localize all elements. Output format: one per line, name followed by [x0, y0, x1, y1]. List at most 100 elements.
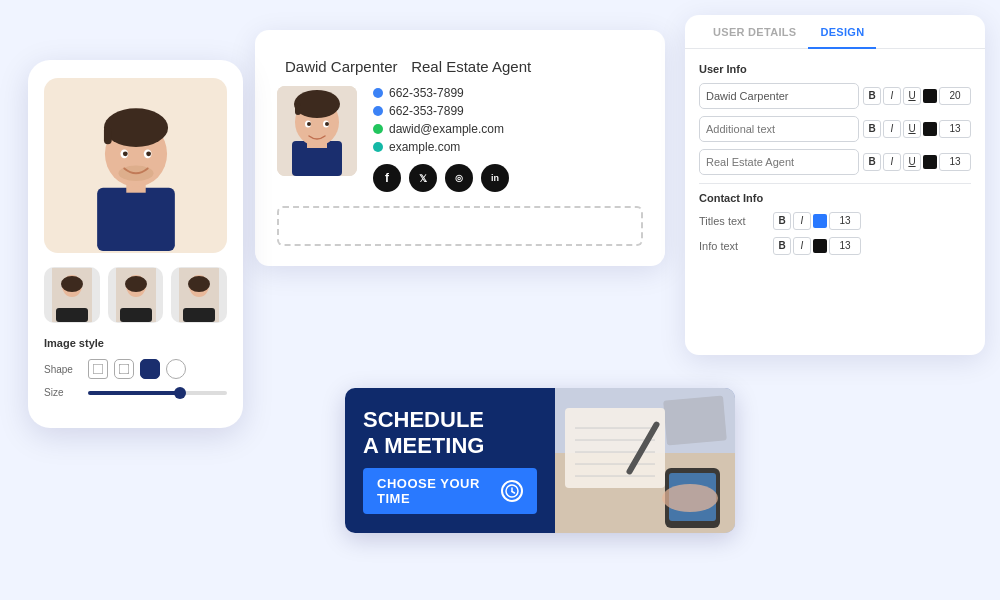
svg-rect-17	[120, 308, 152, 322]
contact-phone1: 662-353-7899	[373, 86, 643, 100]
color-swatch-info[interactable]	[813, 239, 827, 253]
svg-point-8	[122, 151, 127, 156]
email-dot	[373, 124, 383, 134]
size-label: Size	[44, 387, 82, 398]
email-contact: 662-353-7899 662-353-7899 dawid@example.…	[373, 86, 643, 192]
shape-label: Shape	[44, 364, 82, 375]
image-style-label: Image style	[44, 337, 227, 349]
email-name: Dawid Carpenter Real Estate Agent	[277, 54, 643, 76]
main-photo	[44, 78, 227, 253]
thumbnail-row	[44, 267, 227, 323]
svg-rect-21	[183, 308, 215, 322]
svg-point-34	[325, 122, 329, 126]
svg-point-4	[103, 108, 167, 147]
svg-rect-13	[56, 308, 88, 322]
tab-user-details[interactable]: USER DETAILS	[701, 15, 808, 48]
thumbnail-1[interactable]	[44, 267, 100, 323]
instagram-icon[interactable]: ◎	[445, 164, 473, 192]
size-slider[interactable]	[88, 391, 227, 395]
shape-options	[88, 359, 186, 379]
underline-btn-title[interactable]: U	[903, 153, 921, 171]
thumbnail-3[interactable]	[171, 267, 227, 323]
shape-rounded-active[interactable]	[140, 359, 160, 379]
name-field-row: B I U	[699, 83, 971, 109]
underline-btn-name[interactable]: U	[903, 87, 921, 105]
additional-format-btns: B I U	[863, 120, 971, 138]
underline-btn-add[interactable]: U	[903, 120, 921, 138]
titles-format-btns: B I	[773, 212, 861, 230]
italic-btn-add[interactable]: I	[883, 120, 901, 138]
schedule-left: SCHEDULE A MEETING CHOOSE YOUR TIME	[345, 388, 555, 533]
italic-btn-info[interactable]: I	[793, 237, 811, 255]
shape-row: Shape	[44, 359, 227, 379]
svg-point-22	[188, 276, 210, 292]
contact-website: example.com	[373, 140, 643, 154]
size-input-title[interactable]	[939, 153, 971, 171]
phone2-dot	[373, 106, 383, 116]
banner-placeholder	[277, 206, 643, 246]
schedule-banner: SCHEDULE A MEETING CHOOSE YOUR TIME	[345, 388, 735, 533]
additional-field-row: B I U	[699, 116, 971, 142]
choose-time-button[interactable]: CHOOSE YOUR TIME	[363, 468, 537, 514]
svg-point-47	[662, 484, 718, 512]
panel-tabs: USER DETAILS DESIGN	[685, 15, 985, 49]
color-swatch-title[interactable]	[923, 155, 937, 169]
right-panel: USER DETAILS DESIGN User Info B I U B I …	[685, 15, 985, 355]
italic-btn-titles[interactable]: I	[793, 212, 811, 230]
contact-email: dawid@example.com	[373, 122, 643, 136]
desk-photo-svg	[555, 388, 735, 533]
bold-btn-name[interactable]: B	[863, 87, 881, 105]
size-row: Size	[44, 387, 227, 398]
divider	[699, 183, 971, 184]
svg-point-29	[294, 90, 340, 118]
tab-design[interactable]: DESIGN	[808, 15, 876, 49]
contact-info-section: Contact Info	[699, 192, 971, 204]
clock-icon	[501, 480, 523, 502]
color-swatch-titles[interactable]	[813, 214, 827, 228]
svg-point-9	[146, 151, 151, 156]
email-body: 662-353-7899 662-353-7899 dawid@example.…	[277, 86, 643, 192]
name-input[interactable]	[699, 83, 859, 109]
size-input-titles[interactable]	[829, 212, 861, 230]
bold-btn-add[interactable]: B	[863, 120, 881, 138]
twitter-icon[interactable]: 𝕏	[409, 164, 437, 192]
main-person-image	[76, 81, 196, 251]
svg-rect-5	[103, 126, 111, 143]
schedule-title: SCHEDULE A MEETING	[363, 407, 537, 458]
titles-text-row: Titles text B I	[699, 212, 971, 230]
svg-point-18	[125, 276, 147, 292]
bold-btn-info[interactable]: B	[773, 237, 791, 255]
email-photo	[277, 86, 357, 176]
contact-phone2: 662-353-7899	[373, 104, 643, 118]
size-input-info[interactable]	[829, 237, 861, 255]
italic-btn-title[interactable]: I	[883, 153, 901, 171]
thumbnail-2[interactable]	[108, 267, 164, 323]
info-text-row: Info text B I	[699, 237, 971, 255]
shape-square[interactable]	[88, 359, 108, 379]
additional-input[interactable]	[699, 116, 859, 142]
name-format-btns: B I U	[863, 87, 971, 105]
shape-rounded[interactable]	[114, 359, 134, 379]
size-slider-thumb[interactable]	[174, 387, 186, 399]
title-input[interactable]	[699, 149, 859, 175]
user-info-section: User Info	[699, 63, 971, 75]
schedule-right-photo	[555, 388, 735, 533]
social-icons: f 𝕏 ◎ in	[373, 164, 643, 192]
color-swatch-add[interactable]	[923, 122, 937, 136]
mobile-card: Image style Shape Size	[28, 60, 243, 428]
website-dot	[373, 142, 383, 152]
shape-circle[interactable]	[166, 359, 186, 379]
italic-btn-name[interactable]: I	[883, 87, 901, 105]
size-input-name[interactable]	[939, 87, 971, 105]
svg-rect-23	[93, 364, 103, 374]
info-text-label: Info text	[699, 240, 769, 252]
linkedin-icon[interactable]: in	[481, 164, 509, 192]
svg-point-14	[61, 276, 83, 292]
email-preview: Dawid Carpenter Real Estate Agent 662-	[255, 30, 665, 266]
size-input-add[interactable]	[939, 120, 971, 138]
bold-btn-titles[interactable]: B	[773, 212, 791, 230]
color-swatch-name[interactable]	[923, 89, 937, 103]
svg-rect-30	[295, 103, 301, 115]
bold-btn-title[interactable]: B	[863, 153, 881, 171]
facebook-icon[interactable]: f	[373, 164, 401, 192]
